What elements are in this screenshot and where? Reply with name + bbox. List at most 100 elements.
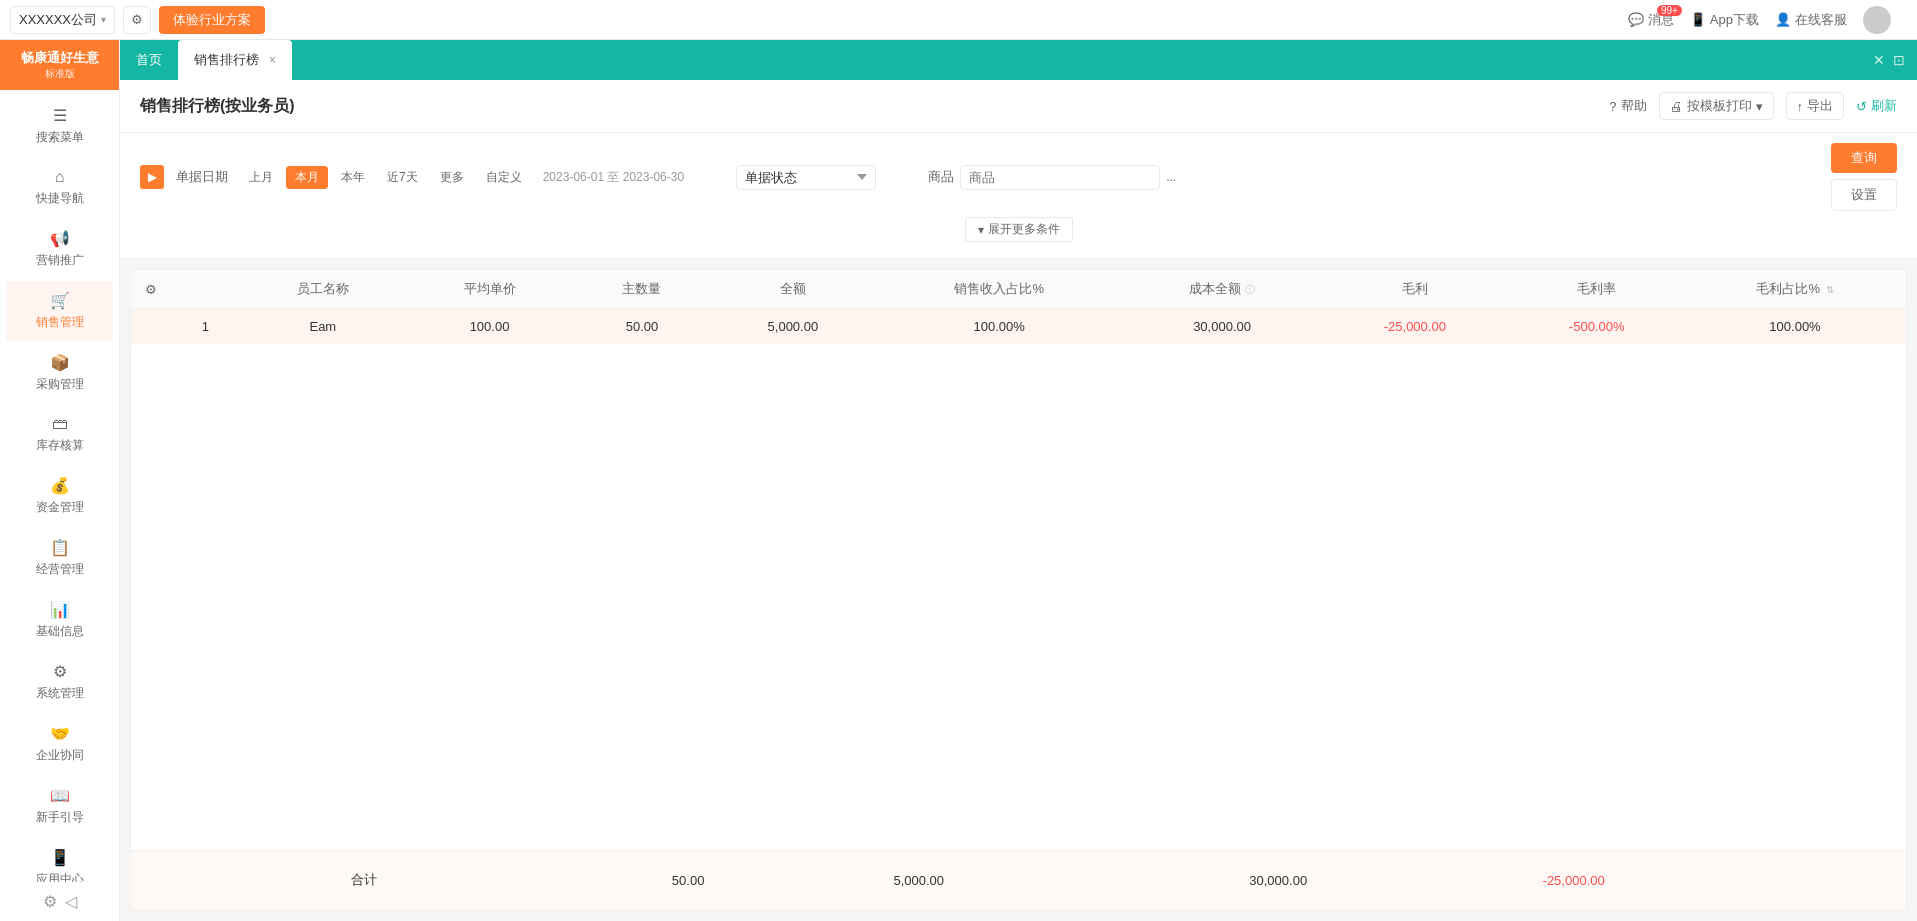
col-avg-price: 平均单价 <box>406 270 573 309</box>
expand-conditions-button[interactable]: ▾ 展开更多条件 <box>965 217 1073 242</box>
sidebar-item-system[interactable]: ⚙ 系统管理 <box>6 652 113 712</box>
sidebar-item-marketing[interactable]: 📢 营销推广 <box>6 219 113 279</box>
avatar[interactable] <box>1863 6 1891 34</box>
tab-sales-ranking[interactable]: 销售排行榜 × <box>178 40 292 80</box>
logo-area: 畅康通好生意 标准版 <box>0 40 119 90</box>
right-action-buttons: 查询 设置 <box>1831 143 1897 211</box>
export-label: 导出 <box>1807 97 1833 115</box>
expand-row: ▾ 展开更多条件 <box>140 211 1897 248</box>
sidebar-item-quick-nav[interactable]: ⌂ 快捷导航 <box>6 158 113 217</box>
top-right-area: 💬 消息 99+ 📱 App下载 👤 在线客服 <box>1628 6 1907 34</box>
cell-settings <box>131 309 171 345</box>
footer-gross-pct <box>1810 861 1894 900</box>
col-cost: 成本全额 ⓘ <box>1124 270 1321 309</box>
footer-gross: -25,000.00 <box>1422 861 1725 900</box>
sidebar-item-search[interactable]: ☰ 搜索菜单 <box>6 96 113 156</box>
status-select[interactable]: 单据状态 <box>736 165 876 190</box>
filter-toggle-button[interactable]: ▶ <box>140 165 164 189</box>
sidebar-item-sales[interactable]: 🛒 销售管理 <box>6 281 113 341</box>
expand-icon: ▾ <box>978 223 984 237</box>
footer-sales-pct <box>1050 861 1134 900</box>
search-icon: ☰ <box>53 106 67 125</box>
col-gross: 毛利 <box>1320 270 1509 309</box>
date-label: 单据日期 <box>176 168 228 186</box>
sidebar-label-app-center: 应用中心 <box>36 871 84 882</box>
system-icon: ⚙ <box>53 662 67 681</box>
date-tab-last-month[interactable]: 上月 <box>240 166 282 189</box>
sidebar-item-basic-info[interactable]: 📊 基础信息 <box>6 590 113 650</box>
window-maximize-button[interactable]: ⊡ <box>1893 52 1905 68</box>
top-bar: XXXXXX公司 ▾ ⚙ 体验行业方案 💬 消息 99+ 📱 App下载 👤 在… <box>0 0 1917 40</box>
sidebar-item-enterprise[interactable]: 🤝 企业协同 <box>6 714 113 774</box>
filter-row-1: ▶ 单据日期 上月 本月 本年 近7天 更多 自定义 2023-06-01 至 … <box>140 143 1897 211</box>
date-tab-7days[interactable]: 近7天 <box>378 166 427 189</box>
cell-qty: 50.00 <box>573 309 711 345</box>
online-service-button[interactable]: 👤 在线客服 <box>1775 11 1847 29</box>
service-icon: 👤 <box>1775 12 1791 27</box>
message-icon: 💬 <box>1628 12 1644 27</box>
refresh-icon: ↺ <box>1856 99 1867 114</box>
trial-button[interactable]: 体验行业方案 <box>159 6 265 34</box>
sidebar-item-guide[interactable]: 📖 新手引导 <box>6 776 113 836</box>
page-title: 销售排行榜(按业务员) <box>140 96 295 117</box>
date-tabs: 上月 本月 本年 近7天 更多 自定义 <box>240 166 531 189</box>
purchase-icon: 📦 <box>50 353 70 372</box>
sidebar-label-system: 系统管理 <box>36 685 84 702</box>
sidebar-item-operations[interactable]: 📋 经营管理 <box>6 528 113 588</box>
logo-title: 畅康通好生意 <box>21 49 99 67</box>
goods-input[interactable] <box>960 165 1160 190</box>
sidebar-label-operations: 经营管理 <box>36 561 84 578</box>
sidebar-label-inventory: 库存核算 <box>36 437 84 454</box>
cell-rank: 1 <box>171 309 240 345</box>
help-button[interactable]: ? 帮助 <box>1609 97 1646 115</box>
sidebar-collapse-button[interactable]: ◁ <box>65 892 77 911</box>
table-row: 1 Eam 100.00 50.00 5,000.00 100.00% 30,0… <box>131 309 1906 345</box>
sidebar-item-finance[interactable]: 💰 资金管理 <box>6 466 113 526</box>
more-options-button[interactable]: ... <box>1166 170 1176 184</box>
col-gross-pct: 毛利占比% ⇅ <box>1684 270 1906 309</box>
settings-button[interactable]: 设置 <box>1831 179 1897 211</box>
content-area: 首页 销售排行榜 × ✕ ⊡ 销售排行榜(按业务员) ? 帮助 <box>120 40 1917 921</box>
main-container: 畅康通好生意 标准版 ☰ 搜索菜单 ⌂ 快捷导航 📢 营销推广 🛒 销售管理 📦 <box>0 40 1917 921</box>
sidebar-item-inventory[interactable]: 🗃 库存核算 <box>6 405 113 464</box>
sidebar-label-basic-info: 基础信息 <box>36 623 84 640</box>
tab-bar: 首页 销售排行榜 × ✕ ⊡ <box>120 40 1917 80</box>
footer-amount: 5,000.00 <box>788 861 1050 900</box>
table-header-row: ⚙ 员工名称 平均单价 主数量 全额 销售收入占比% 成本全额 ⓘ <box>131 270 1906 309</box>
table-scroll: ⚙ 员工名称 平均单价 主数量 全额 销售收入占比% 成本全额 ⓘ <box>131 270 1906 850</box>
tab-home[interactable]: 首页 <box>120 40 178 80</box>
cell-gross-rate: -500.00% <box>1509 309 1684 345</box>
sidebar-item-purchase[interactable]: 📦 采购管理 <box>6 343 113 403</box>
col-settings[interactable]: ⚙ <box>131 270 171 309</box>
tab-right-actions: ✕ ⊡ <box>1873 52 1917 68</box>
sidebar-item-app-center[interactable]: 📱 应用中心 <box>6 838 113 882</box>
guide-icon: 📖 <box>50 786 70 805</box>
enterprise-icon: 🤝 <box>50 724 70 743</box>
topbar-settings-button[interactable]: ⚙ <box>123 6 151 34</box>
app-download-label: App下载 <box>1710 11 1759 29</box>
footer-cell-spacer1 <box>143 861 183 900</box>
window-close-button[interactable]: ✕ <box>1873 52 1885 68</box>
date-tab-more[interactable]: 更多 <box>431 166 473 189</box>
date-tab-custom[interactable]: 自定义 <box>477 166 531 189</box>
tab-close-icon[interactable]: × <box>269 53 276 67</box>
cell-gross-pct: 100.00% <box>1684 309 1906 345</box>
cost-info-icon: ⓘ <box>1245 284 1255 295</box>
footer-gross-rate <box>1725 861 1809 900</box>
sort-icon: ⇅ <box>1826 284 1834 295</box>
print-icon: 🖨 <box>1670 99 1683 114</box>
export-button[interactable]: ↑ 导出 <box>1786 92 1845 120</box>
print-button[interactable]: 🖨 按模板打印 ▾ <box>1659 92 1774 120</box>
refresh-button[interactable]: ↺ 刷新 <box>1856 97 1897 115</box>
download-icon: 📱 <box>1690 12 1706 27</box>
company-name: XXXXXX公司 <box>19 11 97 29</box>
cell-gross: -25,000.00 <box>1320 309 1509 345</box>
date-tab-this-month[interactable]: 本月 <box>286 166 328 189</box>
company-selector[interactable]: XXXXXX公司 ▾ <box>10 6 115 34</box>
notification-button[interactable]: 💬 消息 99+ <box>1628 11 1674 29</box>
query-button[interactable]: 查询 <box>1831 143 1897 173</box>
marketing-icon: 📢 <box>50 229 70 248</box>
sidebar-settings-button[interactable]: ⚙ <box>43 892 57 911</box>
app-download-button[interactable]: 📱 App下载 <box>1690 11 1759 29</box>
date-tab-this-year[interactable]: 本年 <box>332 166 374 189</box>
